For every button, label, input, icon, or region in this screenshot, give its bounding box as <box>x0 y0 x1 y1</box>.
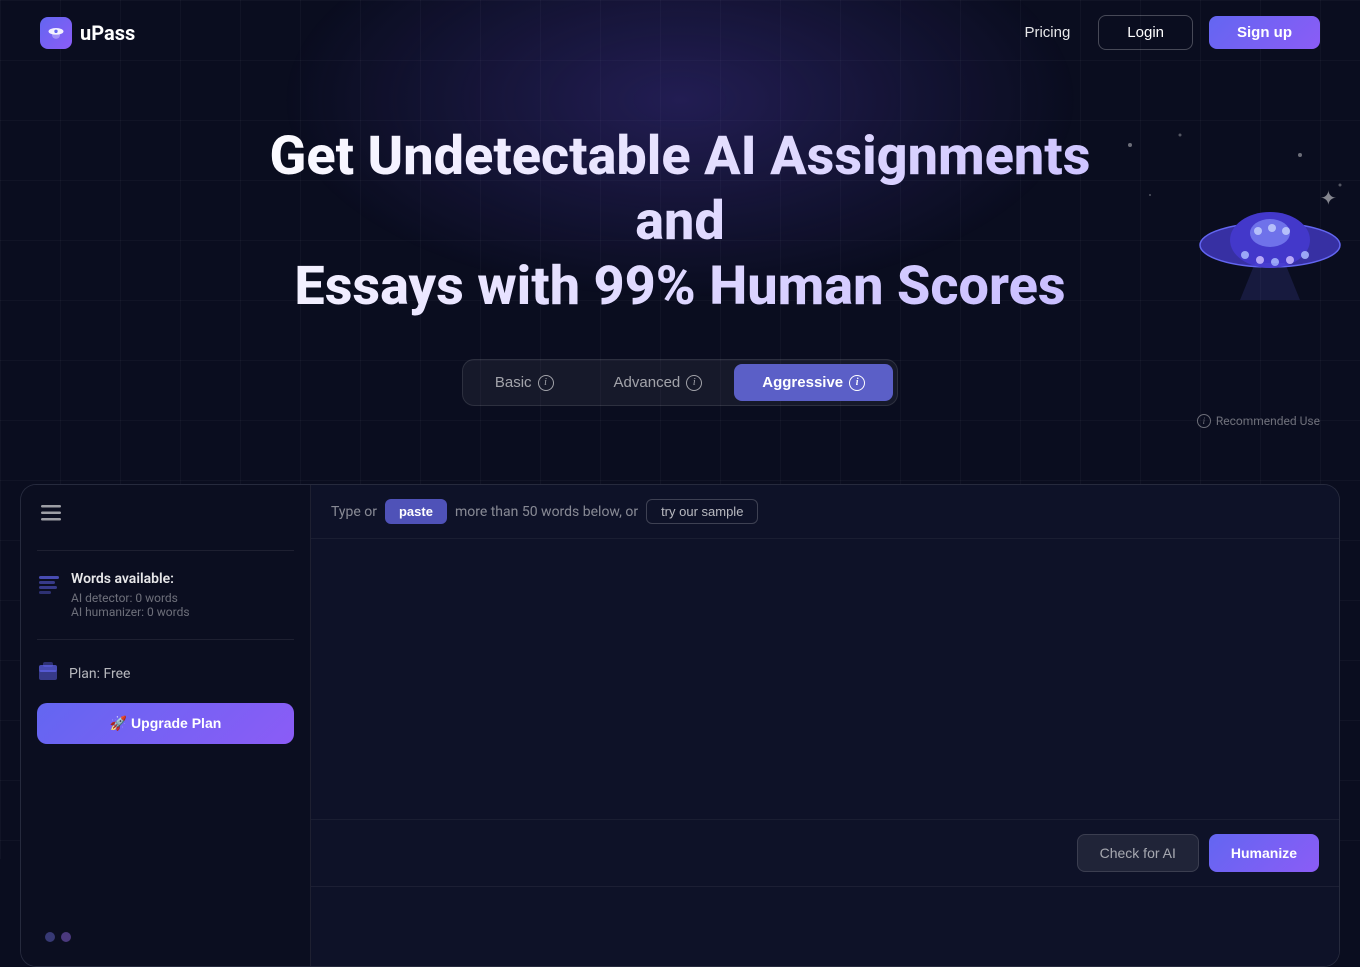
tab-aggressive[interactable]: Aggressive i <box>734 364 893 401</box>
recommended-info-icon: i <box>1197 414 1211 428</box>
sidebar: Words available: AI detector: 0 words AI… <box>21 485 311 966</box>
tab-advanced[interactable]: Advanced i <box>586 364 731 401</box>
editor-prompt-text: Type or <box>331 504 377 520</box>
signup-button[interactable]: Sign up <box>1209 16 1320 49</box>
editor-body[interactable] <box>311 539 1339 819</box>
plan-section: Plan: Free <box>37 660 294 687</box>
editor-more-text: more than 50 words below, or <box>455 504 638 520</box>
tab-basic[interactable]: Basic i <box>467 364 582 401</box>
words-available-title: Words available: <box>71 571 190 587</box>
words-section: Words available: AI detector: 0 words AI… <box>37 571 294 619</box>
editor-area: Type or paste more than 50 words below, … <box>311 485 1339 966</box>
hero-section: ✦ Get Undetectable AI Assignments and Es… <box>0 65 1360 484</box>
paste-button[interactable]: paste <box>385 499 447 524</box>
dot-2 <box>61 932 71 942</box>
advanced-info-icon: i <box>686 375 702 391</box>
humanize-button[interactable]: Humanize <box>1209 834 1319 872</box>
dot-1 <box>45 932 55 942</box>
navbar: uPass Pricing Login Sign up <box>0 0 1360 65</box>
recommended-label: i Recommended Use <box>20 414 1340 428</box>
login-button[interactable]: Login <box>1098 15 1193 50</box>
svg-text:✦: ✦ <box>1320 186 1337 210</box>
pricing-nav-button[interactable]: Pricing <box>1012 16 1082 49</box>
sample-button[interactable]: try our sample <box>646 499 758 524</box>
logo-icon <box>40 17 72 49</box>
sidebar-divider-2 <box>37 639 294 640</box>
dots-loader <box>37 924 294 950</box>
ai-humanizer-detail: AI humanizer: 0 words <box>71 605 190 619</box>
sidebar-menu-icon[interactable] <box>37 501 294 530</box>
mode-tabs: Basic i Advanced i Aggressive i <box>462 359 898 406</box>
plan-icon <box>37 660 59 687</box>
check-for-ai-button[interactable]: Check for AI <box>1077 834 1199 872</box>
words-icon <box>37 573 61 602</box>
upgrade-plan-button[interactable]: 🚀 Upgrade Plan <box>37 703 294 744</box>
plan-label: Plan: Free <box>69 666 130 682</box>
secondary-editor-area <box>311 886 1339 966</box>
editor-footer: Check for AI Humanize <box>311 819 1339 886</box>
ai-detector-detail: AI detector: 0 words <box>71 591 190 605</box>
ufo-illustration: ✦ <box>1100 125 1360 325</box>
editor-toolbar: Type or paste more than 50 words below, … <box>311 485 1339 539</box>
logo[interactable]: uPass <box>40 17 135 49</box>
basic-info-icon: i <box>538 375 554 391</box>
main-panel: Words available: AI detector: 0 words AI… <box>20 484 1340 967</box>
nav-right: Pricing Login Sign up <box>1012 15 1320 50</box>
logo-text: uPass <box>80 21 135 45</box>
sidebar-divider-1 <box>37 550 294 551</box>
aggressive-info-icon: i <box>849 375 865 391</box>
hero-title: Get Undetectable AI Assignments and Essa… <box>230 125 1130 319</box>
